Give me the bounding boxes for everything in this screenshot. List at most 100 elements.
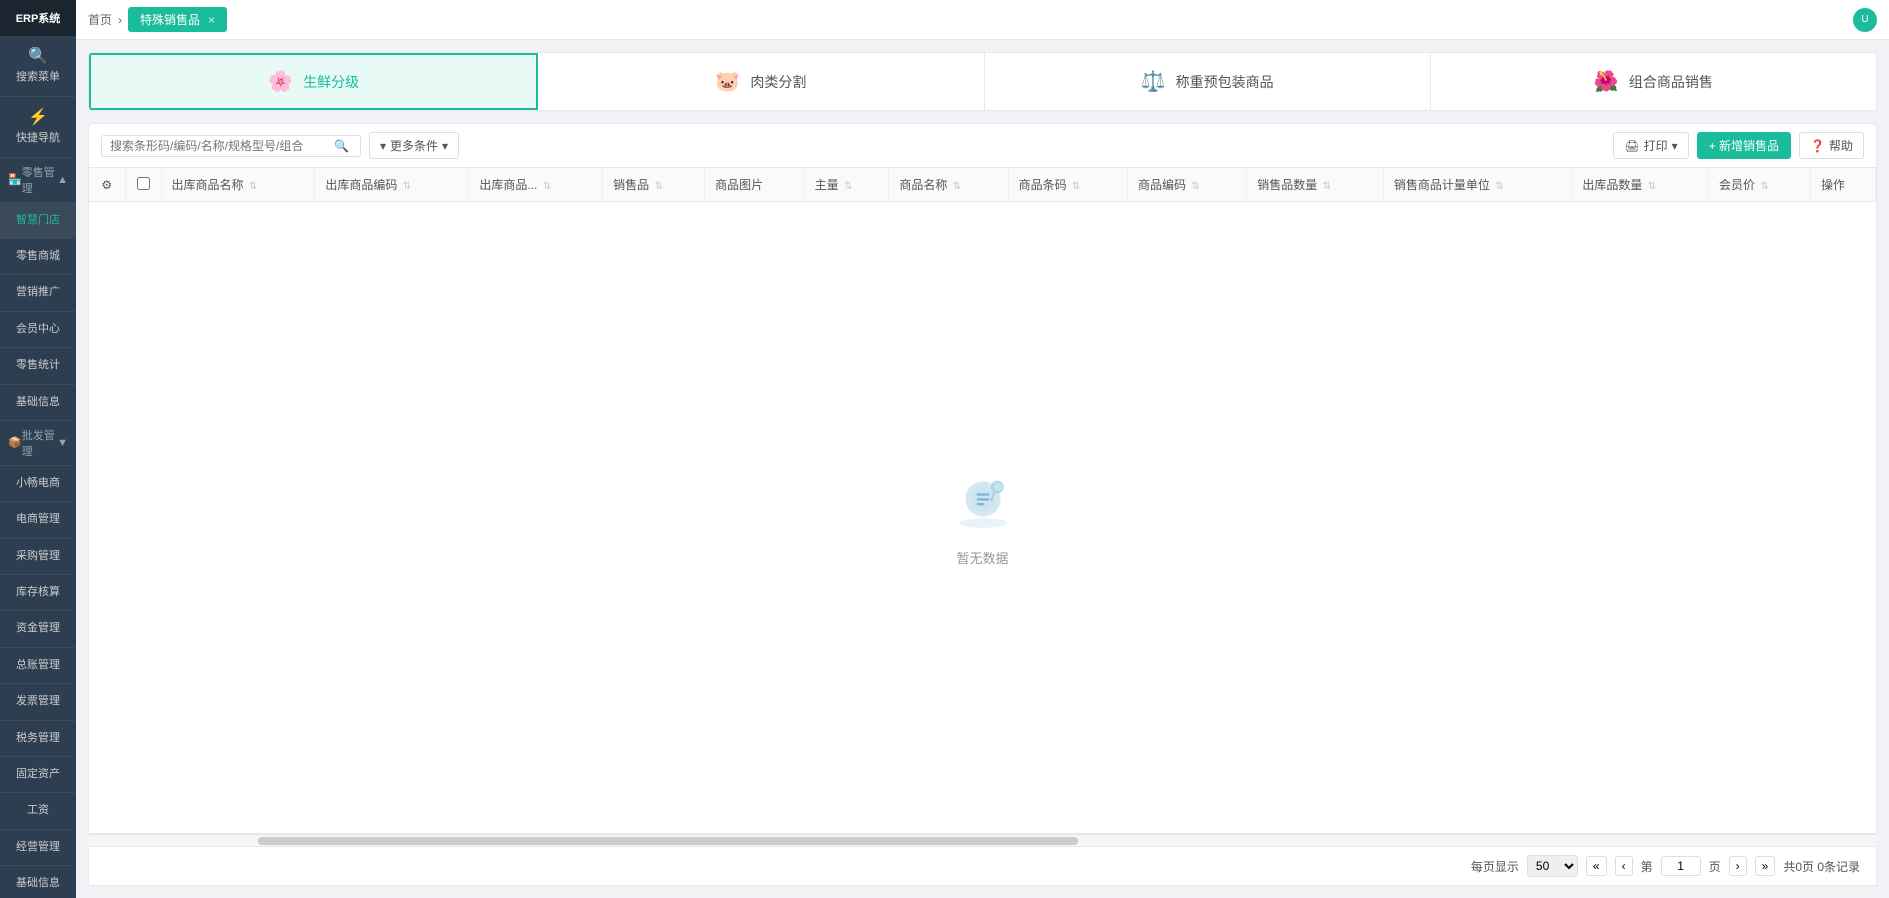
th-checkbox[interactable] [125, 168, 161, 202]
th-product-code2[interactable]: 商品编码 ⇅ [1127, 168, 1246, 202]
sidebar-item-ecommerce[interactable]: 电商管理 [0, 502, 76, 538]
sidebar-item-salary[interactable]: 工资 [0, 793, 76, 829]
sidebar-logo: ERP系统 [0, 0, 76, 36]
sidebar-item-ops[interactable]: 经营管理 [0, 830, 76, 866]
next-page-button[interactable]: › [1729, 856, 1747, 876]
page-number-input[interactable] [1661, 856, 1701, 876]
th-out-product-code[interactable]: 出库商品编码 ⇅ [315, 168, 469, 202]
invoice-label: 发票管理 [16, 694, 60, 709]
wholesale-mgmt-label: 批发管理 [22, 427, 57, 459]
tab-card-combo-sale[interactable]: 🌺 组合商品销售 [1431, 53, 1876, 110]
sidebar-item-inventory[interactable]: 库存核算 [0, 575, 76, 611]
help-button[interactable]: ❓ 帮助 [1799, 132, 1864, 159]
per-page-select[interactable]: 50 10 20 100 [1527, 855, 1578, 877]
data-table-wrap: ⚙ 出库商品名称 ⇅ 出库商品编码 ⇅ 出库商品... ⇅ [88, 168, 1877, 834]
sidebar-item-retail-stats[interactable]: 零售统计 [0, 348, 76, 384]
print-button[interactable]: 🖨 打印 ▾ [1613, 132, 1688, 159]
last-page-button[interactable]: » [1755, 856, 1776, 876]
th-main-qty[interactable]: 主量 ⇅ [804, 168, 889, 202]
salary-label: 工资 [27, 803, 49, 818]
th-out-product-name[interactable]: 出库商品名称 ⇅ [161, 168, 315, 202]
pagination: 每页显示 50 10 20 100 « ‹ 第 页 › » 共0页 0条记录 [88, 846, 1877, 886]
th-product-img[interactable]: 商品图片 [705, 168, 805, 202]
search-input[interactable] [110, 139, 330, 153]
sidebar-item-wholesale-mgmt[interactable]: 📦 批发管理 ▼ [0, 421, 76, 466]
sort-icon-product-code2: ⇅ [1191, 181, 1199, 192]
th-sale-product[interactable]: 销售品 ⇅ [603, 168, 705, 202]
sidebar-item-fixed-assets[interactable]: 固定资产 [0, 757, 76, 793]
wholesale-arrow: ▼ [57, 437, 68, 449]
combo-sale-label: 组合商品销售 [1629, 72, 1713, 92]
scrollbar-thumb[interactable] [258, 837, 1078, 845]
sidebar-item-quick-nav[interactable]: ⚡ 快捷导航 [0, 97, 76, 158]
active-tab-label: 特殊销售品 [140, 11, 200, 28]
sort-icon-main-qty: ⇅ [844, 181, 852, 192]
member-center-label: 会员中心 [16, 322, 60, 337]
filter-button[interactable]: ▾ 更多条件 ▾ [369, 132, 459, 159]
empty-illustration [943, 468, 1023, 538]
inventory-label: 库存核算 [16, 585, 60, 600]
wholesale-icon: 📦 [8, 436, 22, 449]
select-all-checkbox[interactable] [137, 177, 150, 190]
th-barcode[interactable]: 商品条码 ⇅ [1008, 168, 1127, 202]
meat-cut-icon: 🐷 [715, 69, 740, 94]
sidebar-item-mini-shop[interactable]: 小畅电商 [0, 466, 76, 502]
active-tab[interactable]: 特殊销售品 × [128, 7, 227, 32]
sidebar-item-basic-info[interactable]: 基础信息 [0, 385, 76, 421]
ledger-label: 总账管理 [16, 658, 60, 673]
empty-state: 暂无数据 [89, 202, 1876, 833]
sidebar-item-finance[interactable]: 资金管理 [0, 611, 76, 647]
print-icon: 🖨 [1624, 139, 1639, 153]
tab-card-meat-cut[interactable]: 🐷 肉类分割 [538, 53, 984, 110]
th-member-price[interactable]: 会员价 ⇅ [1709, 168, 1811, 202]
sidebar-item-sales-promo[interactable]: 营销推广 [0, 275, 76, 311]
sidebar-item-retail-mall[interactable]: 零售商城 [0, 239, 76, 275]
sort-icon-product-name: ⇅ [953, 181, 961, 192]
search-wrap[interactable]: 🔍 [101, 135, 361, 157]
home-link[interactable]: 首页 [88, 11, 112, 28]
th-product-name[interactable]: 商品名称 ⇅ [889, 168, 1008, 202]
sidebar-item-search-menu[interactable]: 🔍 搜索菜单 [0, 36, 76, 97]
th-sale-qty[interactable]: 销售品数量 ⇅ [1247, 168, 1384, 202]
sort-icon-sale-qty: ⇅ [1323, 181, 1331, 192]
first-page-button[interactable]: « [1586, 856, 1607, 876]
tab-cards-row: 🌸 生鲜分级 🐷 肉类分割 ⚖️ 称重预包装商品 🌺 组合商品销售 [88, 52, 1877, 111]
tax-label: 税务管理 [16, 731, 60, 746]
horizontal-scrollbar[interactable] [88, 834, 1877, 846]
sidebar-item-member-center[interactable]: 会员中心 [0, 312, 76, 348]
topbar: 首页 › 特殊销售品 × U [76, 0, 1889, 40]
breadcrumb-separator: › [118, 13, 122, 27]
breadcrumb: 首页 › 特殊销售品 × [88, 7, 227, 32]
search-menu-icon: 🔍 [28, 46, 48, 68]
page-suffix: 页 [1709, 858, 1721, 875]
print-arrow: ▾ [1672, 139, 1678, 153]
sidebar-item-retail-mgmt[interactable]: 🏪 零售管理 ▲ [0, 158, 76, 203]
new-sale-item-button[interactable]: + 新增销售品 [1697, 132, 1791, 159]
sort-icon-sale-unit: ⇅ [1495, 181, 1503, 192]
sidebar-item-purchase[interactable]: 采购管理 [0, 539, 76, 575]
th-out-product-x[interactable]: 出库商品... ⇅ [469, 168, 603, 202]
sidebar-item-ledger[interactable]: 总账管理 [0, 648, 76, 684]
th-setting[interactable]: ⚙ [89, 168, 125, 202]
th-out-qty[interactable]: 出库品数量 ⇅ [1572, 168, 1709, 202]
search-icon: 🔍 [334, 139, 349, 153]
page-label: 第 [1641, 858, 1653, 875]
sort-icon-barcode: ⇅ [1072, 181, 1080, 192]
retail-mall-label: 零售商城 [16, 249, 60, 264]
prev-page-button[interactable]: ‹ [1615, 856, 1633, 876]
sidebar-item-tax[interactable]: 税务管理 [0, 721, 76, 757]
sort-icon-out-qty: ⇅ [1648, 181, 1656, 192]
meat-cut-label: 肉类分割 [750, 72, 806, 92]
sidebar-item-basic-info2[interactable]: 基础信息 [0, 866, 76, 898]
filter-icon: ▾ [380, 139, 386, 153]
finance-label: 资金管理 [16, 621, 60, 636]
purchase-label: 采购管理 [16, 549, 60, 564]
sidebar-item-search-label: 搜索菜单 [16, 70, 60, 85]
th-sale-unit[interactable]: 销售商品计量单位 ⇅ [1383, 168, 1572, 202]
tab-card-fresh-grade[interactable]: 🌸 生鲜分级 [89, 53, 538, 110]
sidebar-item-smart-store[interactable]: 智慧门店 [0, 203, 76, 239]
close-tab-icon[interactable]: × [208, 13, 215, 27]
tab-card-weight-packed[interactable]: ⚖️ 称重预包装商品 [985, 53, 1431, 110]
fresh-grade-icon: 🌸 [268, 69, 293, 94]
sidebar-item-invoice[interactable]: 发票管理 [0, 684, 76, 720]
